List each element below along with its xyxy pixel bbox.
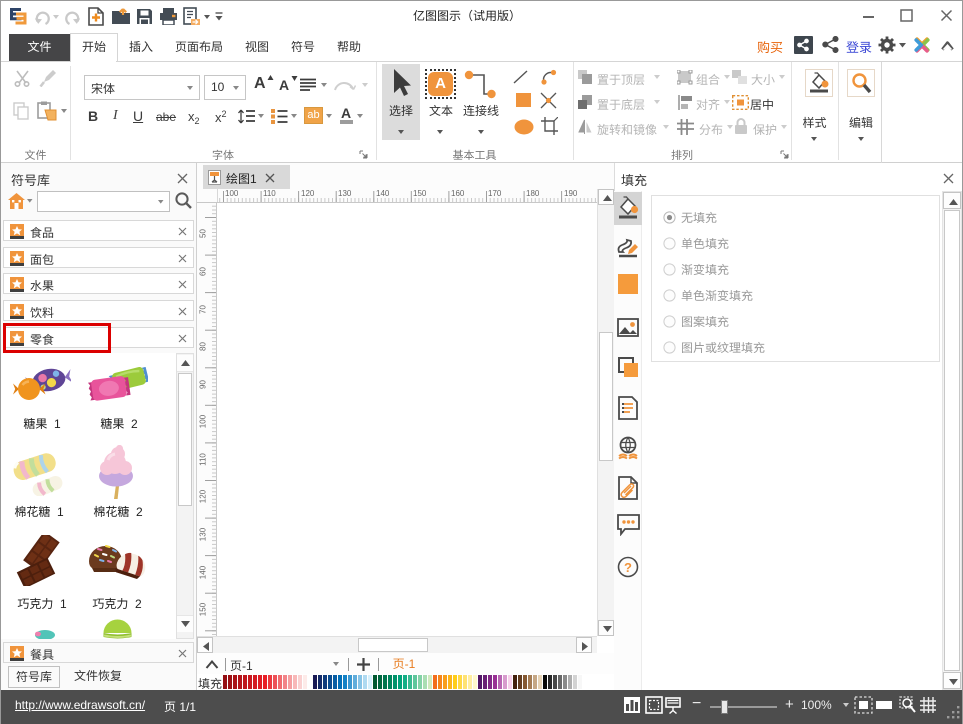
svg-text:?: ?: [624, 560, 632, 575]
